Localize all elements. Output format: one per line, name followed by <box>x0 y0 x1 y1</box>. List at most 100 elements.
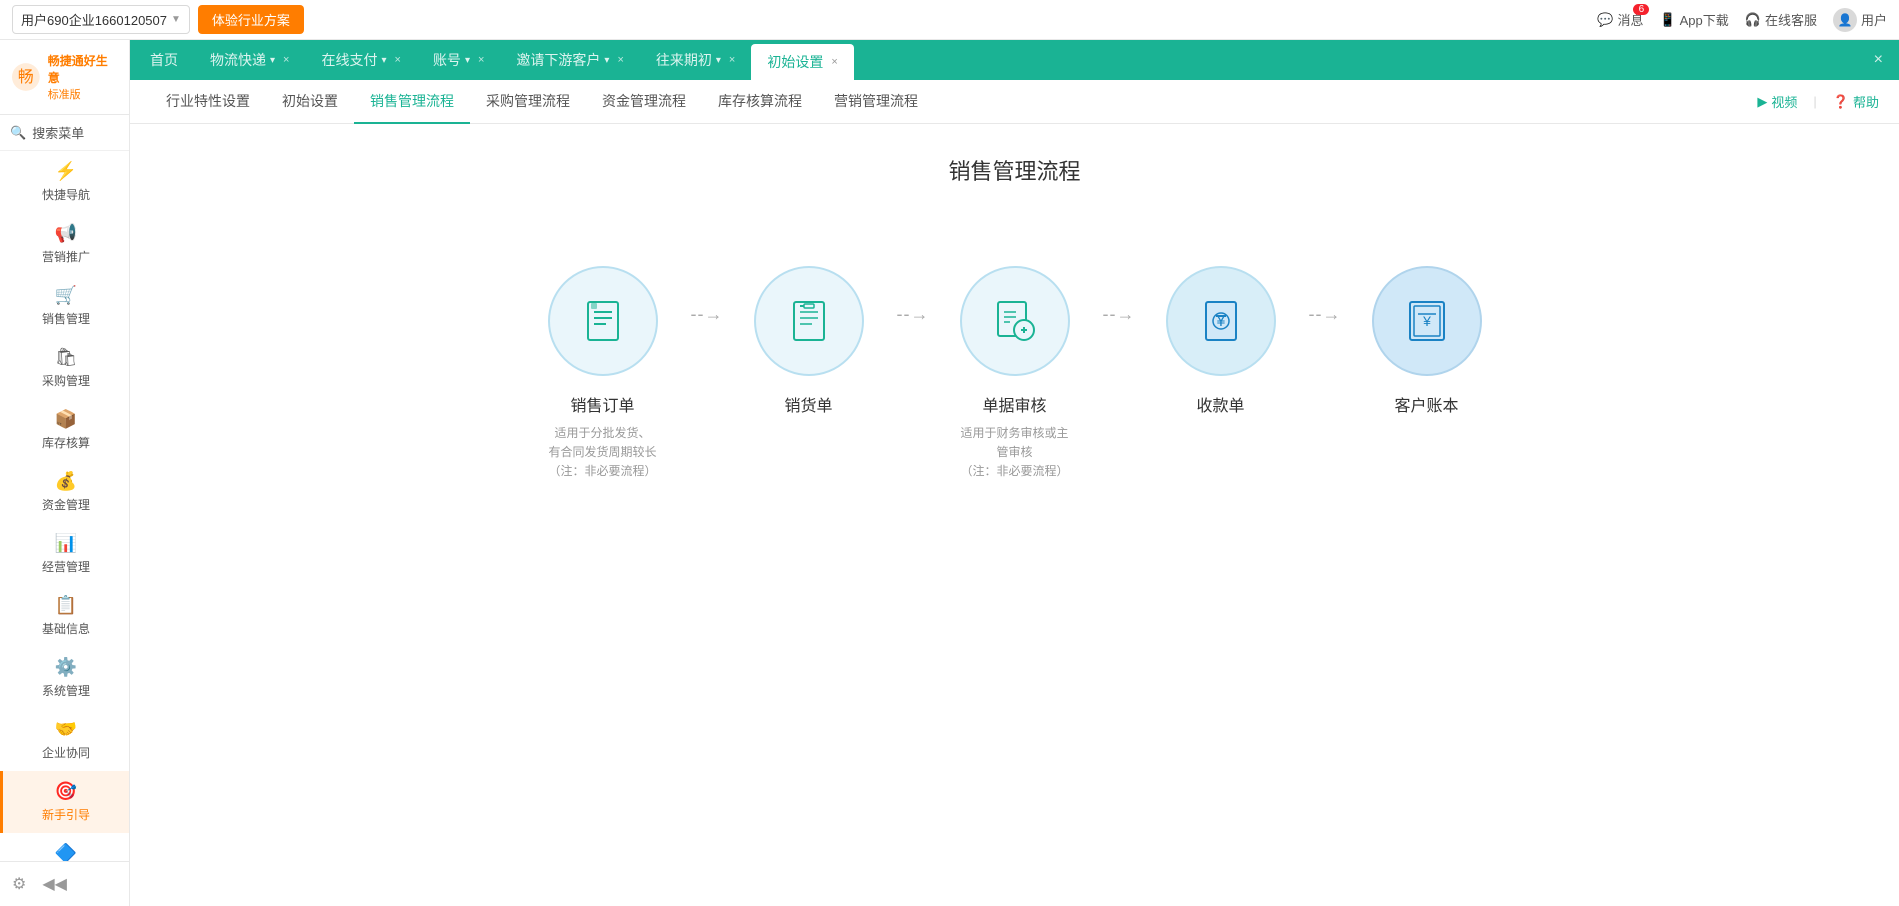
sub-tabs-left: 行业特性设置 初始设置 销售管理流程 采购管理流程 资金管理流程 <box>150 80 934 124</box>
sidebar-bottom: ⚙ ◀◀ <box>0 861 129 906</box>
app-container: 用户690企业1660120507 ▼ 体验行业方案 💬 消息 6 📱 App下… <box>0 0 1899 906</box>
sub-tab-industry[interactable]: 行业特性设置 <box>150 80 266 124</box>
sidebar-item-operation[interactable]: 📊 经营管理 <box>0 523 129 585</box>
nav-tabs: 首页 物流快递 ▾ × 在线支付 ▾ × 账号 ▾ × <box>130 40 1899 80</box>
sidebar-item-quick-nav[interactable]: ⚡ 快捷导航 <box>0 151 129 213</box>
sub-tab-purchase-flow[interactable]: 采购管理流程 <box>470 80 586 124</box>
receipt-name: 收款单 <box>1196 392 1244 416</box>
sidebar-item-enterprise-collab[interactable]: 🤝 企业协同 <box>0 709 129 771</box>
nav-tab-home[interactable]: 首页 <box>134 40 194 80</box>
sidebar-search[interactable]: 🔍 搜索菜单 <box>0 115 129 151</box>
basic-info-icon: 📋 <box>55 595 77 616</box>
inventory-icon: 📦 <box>55 409 77 430</box>
sidebar-item-basic-info[interactable]: 📋 基础信息 <box>0 585 129 647</box>
flow-arrow-1: - - → <box>683 304 729 325</box>
sidebar-menu: ⚡ 快捷导航 📢 营销推广 🛒 销售管理 🛍 采购管理 📦 库存核算 <box>0 151 129 861</box>
message-badge: 6 <box>1633 4 1649 15</box>
sidebar-item-beginner-guide[interactable]: 🎯 新手引导 <box>0 771 129 833</box>
page-title: 销售管理流程 <box>170 154 1859 186</box>
flow-arrow-4: - - → <box>1301 304 1347 325</box>
sidebar-item-label: 库存核算 <box>42 434 90 451</box>
close-tab-init-settings-icon[interactable]: × <box>831 56 837 68</box>
doc-review-name: 单据审核 <box>982 392 1046 416</box>
settings-gear-icon[interactable]: ⚙ <box>8 870 30 898</box>
message-item[interactable]: 💬 消息 6 <box>1597 10 1643 29</box>
sidebar-item-label: 快捷导航 <box>42 186 90 203</box>
nav-tab-logistics[interactable]: 物流快递 ▾ × <box>194 40 305 80</box>
sub-tabs-right: ▶ 视频 | ❓ 帮助 <box>1757 92 1879 111</box>
sidebar-item-inventory[interactable]: 📦 库存核算 <box>0 399 129 461</box>
sub-tab-sales-flow[interactable]: 销售管理流程 <box>354 80 470 124</box>
video-link[interactable]: ▶ 视频 <box>1757 92 1797 111</box>
message-icon: 💬 <box>1597 12 1613 28</box>
customer-account-circle[interactable]: ¥ <box>1372 266 1482 376</box>
flow-step-sales-order: 销售订单 适用于分批发货、有合同发货周期较长（注：非必要流程） <box>523 266 683 482</box>
close-tab-logistics-icon[interactable]: × <box>283 54 289 66</box>
doc-review-circle[interactable] <box>960 266 1070 376</box>
user-selector[interactable]: 用户690企业1660120507 ▼ <box>12 5 190 34</box>
sidebar-item-purchase-mgmt[interactable]: 🛍 采购管理 <box>0 337 129 399</box>
video-label: 视频 <box>1771 92 1797 111</box>
nav-tab-payment[interactable]: 在线支付 ▾ × <box>305 40 416 80</box>
flow-step-sales-invoice: 销货单 <box>729 266 889 424</box>
sub-tab-marketing-flow-label: 营销管理流程 <box>834 91 918 111</box>
nav-tab-account-label: 账号 <box>433 50 461 70</box>
flow-arrow-2: - - → <box>889 304 935 325</box>
trial-btn[interactable]: 体验行业方案 <box>198 5 304 34</box>
user-name-label: 用户 <box>1861 10 1887 29</box>
enterprise-collab-icon: 🤝 <box>55 719 77 740</box>
doc-review-desc: 适用于财务审核或主管审核（注：非必要流程） <box>960 424 1068 482</box>
nav-tab-account[interactable]: 账号 ▾ × <box>417 40 500 80</box>
nav-close-icon[interactable]: × <box>1862 51 1895 69</box>
app-center-icon: 🔷 <box>55 843 77 861</box>
sidebar-item-marketing-promo[interactable]: 📢 营销推广 <box>0 213 129 275</box>
sub-tab-init[interactable]: 初始设置 <box>266 80 354 124</box>
nav-tab-period-init-label: 往来期初 <box>656 50 712 70</box>
help-link[interactable]: ❓ 帮助 <box>1833 92 1879 111</box>
receipt-circle[interactable]: ¥ <box>1166 266 1276 376</box>
close-tab-payment-icon[interactable]: × <box>395 54 401 66</box>
headset-icon: 🎧 <box>1745 12 1761 28</box>
chevron-down-icon: ▾ <box>270 55 275 66</box>
logo-line1: 畅捷通好生意 <box>48 52 119 86</box>
search-label: 搜索菜单 <box>32 123 84 142</box>
online-service-label: 在线客服 <box>1765 10 1817 29</box>
chevron-down-icon: ▾ <box>604 55 609 66</box>
collapse-sidebar-icon[interactable]: ◀◀ <box>38 870 71 898</box>
sub-tab-inventory-flow[interactable]: 库存核算流程 <box>702 80 818 124</box>
close-tab-invite-icon[interactable]: × <box>617 54 623 66</box>
page-content: 销售管理流程 <box>130 124 1899 906</box>
sidebar-item-label: 新手引导 <box>42 806 90 823</box>
close-tab-account-icon[interactable]: × <box>478 54 484 66</box>
quick-nav-icon: ⚡ <box>55 161 77 182</box>
sub-tab-marketing-flow[interactable]: 营销管理流程 <box>818 80 934 124</box>
operation-icon: 📊 <box>55 533 77 554</box>
sales-invoice-name: 销货单 <box>784 392 832 416</box>
sub-tab-finance-flow[interactable]: 资金管理流程 <box>586 80 702 124</box>
flow-diagram: 销售订单 适用于分批发货、有合同发货周期较长（注：非必要流程） - - → <box>170 246 1859 502</box>
sales-invoice-circle[interactable] <box>754 266 864 376</box>
app-download-label: App下载 <box>1680 10 1729 29</box>
nav-tab-init-settings[interactable]: 初始设置 × <box>751 44 853 80</box>
app-download-item[interactable]: 📱 App下载 <box>1659 10 1728 29</box>
sidebar-item-label: 营销推广 <box>42 248 90 265</box>
nav-tab-invite[interactable]: 邀请下游客户 ▾ × <box>500 40 639 80</box>
chevron-down-icon: ▾ <box>716 55 721 66</box>
sidebar-item-finance[interactable]: 💰 资金管理 <box>0 461 129 523</box>
user-avatar-item[interactable]: 👤 用户 <box>1833 8 1887 32</box>
chevron-down-icon: ▾ <box>465 55 470 66</box>
sidebar-item-sales-mgmt[interactable]: 🛒 销售管理 <box>0 275 129 337</box>
sidebar-item-app-center[interactable]: 🔷 应用中心 <box>0 833 129 861</box>
sidebar-item-label: 系统管理 <box>42 682 90 699</box>
video-icon: ▶ <box>1757 94 1767 110</box>
sales-order-icon <box>578 296 628 346</box>
logo-text: 畅捷通好生意 标准版 <box>48 52 119 102</box>
sub-tab-purchase-flow-label: 采购管理流程 <box>486 91 570 111</box>
sales-order-circle[interactable] <box>548 266 658 376</box>
logo-line2: 标准版 <box>48 86 119 102</box>
online-service-item[interactable]: 🎧 在线客服 <box>1745 10 1817 29</box>
nav-tab-period-init[interactable]: 往来期初 ▾ × <box>640 40 751 80</box>
top-bar-left: 用户690企业1660120507 ▼ 体验行业方案 <box>12 5 304 34</box>
sidebar-item-sys-mgmt[interactable]: ⚙️ 系统管理 <box>0 647 129 709</box>
close-tab-period-init-icon[interactable]: × <box>729 54 735 66</box>
